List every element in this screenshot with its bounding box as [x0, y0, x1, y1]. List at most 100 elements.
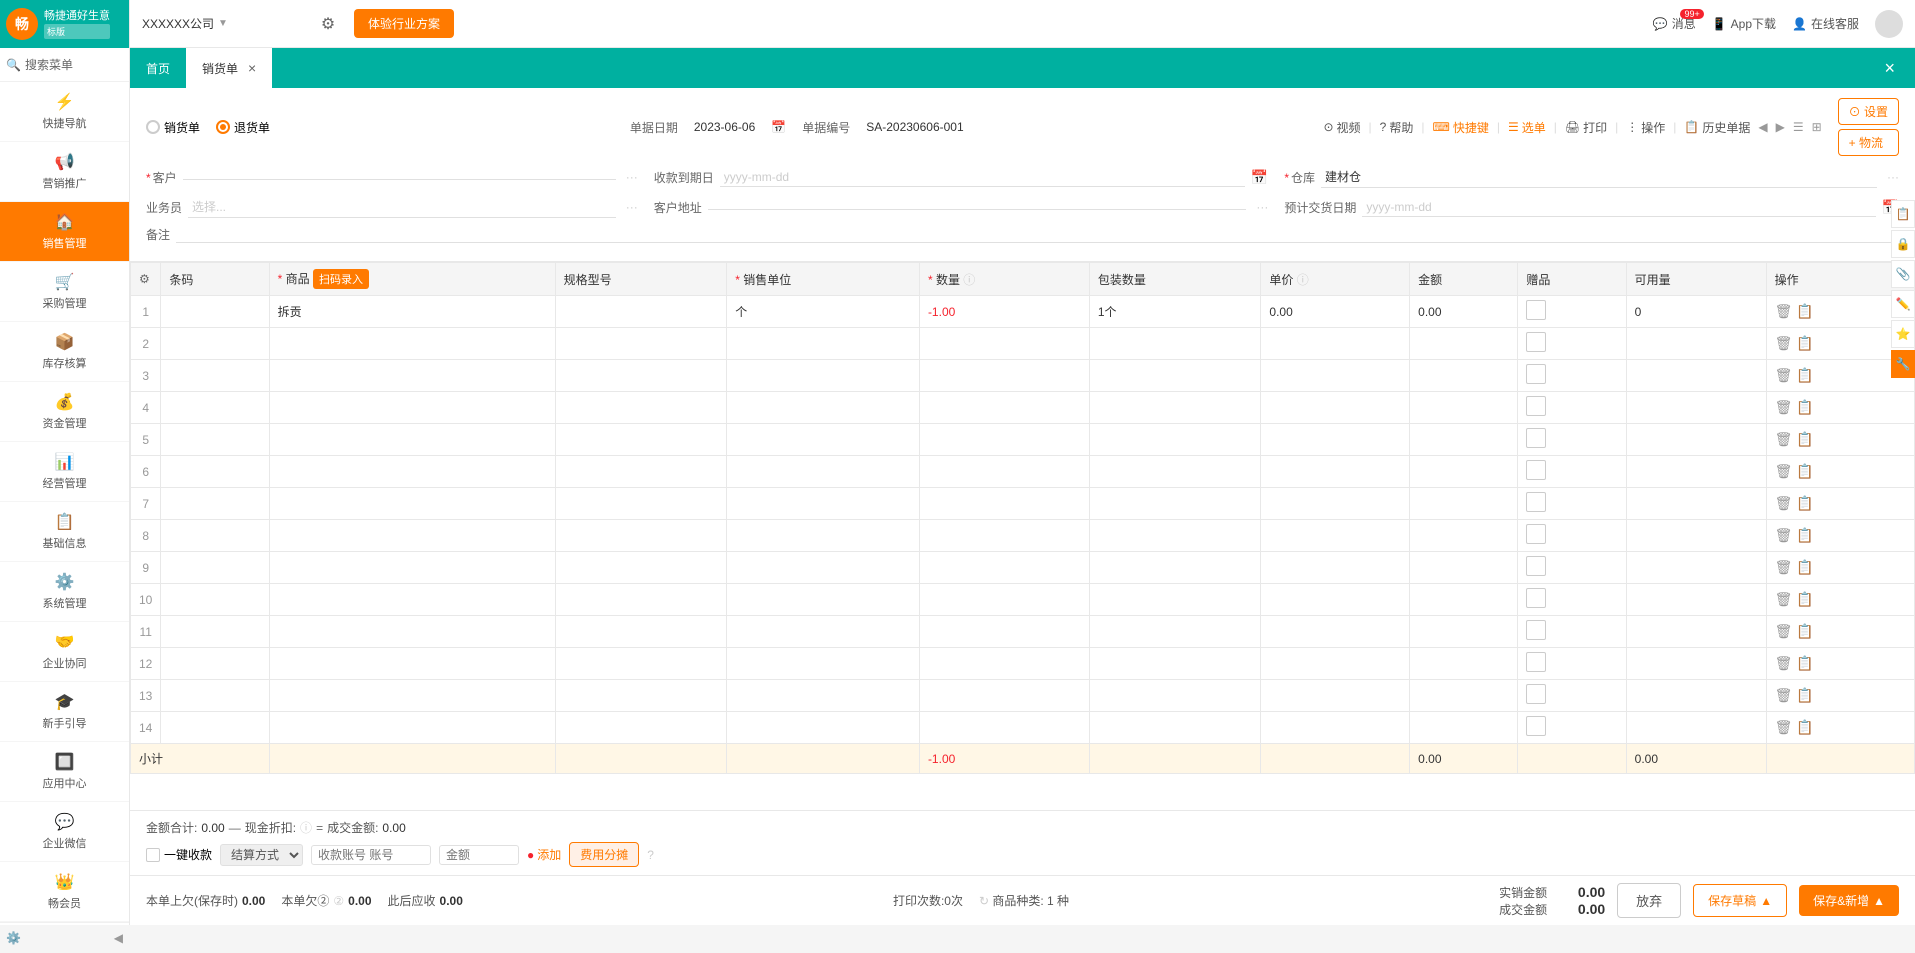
online-service-button[interactable]: 👤 在线客服	[1792, 15, 1859, 32]
grid-view-icon[interactable]: ⊞	[1812, 120, 1822, 134]
sidebar-item-purchase[interactable]: 🛒 采购管理	[0, 262, 129, 322]
cell-amount[interactable]	[1410, 584, 1518, 616]
save-new-button[interactable]: 保存&新增 ▲	[1799, 885, 1899, 916]
logistics-button[interactable]: + 物流	[1838, 129, 1899, 156]
copy-icon[interactable]: 📋	[1796, 303, 1813, 320]
amount-input[interactable]	[439, 845, 519, 865]
customer-addr-input[interactable]	[708, 205, 1247, 210]
message-button[interactable]: 💬 消息 99+	[1653, 15, 1696, 32]
float-btn-5[interactable]: ⭐	[1891, 320, 1915, 348]
cell-unit[interactable]	[727, 328, 920, 360]
tab-sales-order[interactable]: 销货单 ×	[186, 48, 272, 88]
customer-input[interactable]	[183, 175, 616, 180]
gift-checkbox[interactable]	[1526, 716, 1546, 736]
cell-unit[interactable]	[727, 424, 920, 456]
abandon-button[interactable]: 放弃	[1617, 883, 1681, 918]
sidebar-item-operations[interactable]: 📊 经营管理	[0, 442, 129, 502]
delete-icon[interactable]: 🗑	[1775, 527, 1793, 544]
delete-icon[interactable]: 🗑	[1775, 335, 1793, 352]
cell-unit[interactable]	[727, 488, 920, 520]
copy-icon[interactable]: 📋	[1796, 495, 1813, 512]
cell-product[interactable]	[269, 424, 555, 456]
cell-price[interactable]	[1261, 584, 1410, 616]
cell-pkg-qty[interactable]	[1089, 360, 1261, 392]
sidebar-item-finance[interactable]: 💰 资金管理	[0, 382, 129, 442]
cell-pkg-qty[interactable]	[1089, 616, 1261, 648]
cell-gift[interactable]	[1518, 712, 1626, 744]
calendar-icon[interactable]: 📅	[771, 120, 786, 134]
copy-icon[interactable]: 📋	[1796, 527, 1813, 544]
cell-qty[interactable]	[919, 360, 1089, 392]
list-view-icon[interactable]: ☰	[1793, 120, 1804, 134]
sidebar-item-appstore[interactable]: 🔲 应用中心	[0, 742, 129, 802]
cell-product[interactable]	[269, 456, 555, 488]
copy-icon[interactable]: 📋	[1796, 687, 1813, 704]
cell-gift[interactable]	[1518, 360, 1626, 392]
float-btn-3[interactable]: 📎	[1891, 260, 1915, 288]
refresh-icon[interactable]: ↻	[979, 894, 989, 908]
cell-amount[interactable]: 0.00	[1410, 296, 1518, 328]
cell-amount[interactable]	[1410, 456, 1518, 488]
cell-spec[interactable]	[555, 296, 727, 328]
cell-spec[interactable]	[555, 456, 727, 488]
gift-checkbox[interactable]	[1526, 492, 1546, 512]
sidebar-item-cooperation[interactable]: 🤝 企业协同	[0, 622, 129, 682]
gift-checkbox[interactable]	[1526, 524, 1546, 544]
app-download-button[interactable]: 📱 App下载	[1712, 15, 1776, 32]
cell-spec[interactable]	[555, 360, 727, 392]
nav-next-icon[interactable]: ▶	[1776, 120, 1785, 134]
cell-unit[interactable]	[727, 648, 920, 680]
cell-pkg-qty[interactable]	[1089, 424, 1261, 456]
cell-pkg-qty[interactable]	[1089, 584, 1261, 616]
cell-qty[interactable]: -1.00	[919, 296, 1089, 328]
cell-unit[interactable]	[727, 680, 920, 712]
cell-spec[interactable]	[555, 424, 727, 456]
tool-print[interactable]: 🖨 打印	[1565, 119, 1607, 136]
cell-unit[interactable]: 个	[727, 296, 920, 328]
cell-barcode[interactable]	[161, 712, 269, 744]
delete-icon[interactable]: 🗑	[1775, 303, 1793, 320]
delete-icon[interactable]: 🗑	[1775, 367, 1793, 384]
salesperson-dots[interactable]: ···	[626, 200, 638, 214]
cell-barcode[interactable]	[161, 520, 269, 552]
sidebar-item-system[interactable]: ⚙️ 系统管理	[0, 562, 129, 622]
copy-icon[interactable]: 📋	[1796, 463, 1813, 480]
float-btn-6[interactable]: 🔧	[1891, 350, 1915, 378]
cell-pkg-qty[interactable]	[1089, 552, 1261, 584]
cell-product[interactable]	[269, 584, 555, 616]
calc-method-select[interactable]: 结算方式	[220, 844, 303, 866]
cell-barcode[interactable]	[161, 680, 269, 712]
cell-barcode[interactable]	[161, 488, 269, 520]
cell-qty[interactable]	[919, 680, 1089, 712]
cell-barcode[interactable]	[161, 424, 269, 456]
cell-qty[interactable]	[919, 328, 1089, 360]
sidebar-item-quick-nav[interactable]: ⚡ 快捷导航	[0, 82, 129, 142]
cell-price[interactable]	[1261, 328, 1410, 360]
cell-price[interactable]	[1261, 488, 1410, 520]
customer-addr-dots[interactable]: ···	[1256, 200, 1268, 214]
copy-icon[interactable]: 📋	[1796, 399, 1813, 416]
cell-price[interactable]: 0.00	[1261, 296, 1410, 328]
setting-button[interactable]: ⊙ 设置	[1838, 98, 1899, 125]
warehouse-dots[interactable]: ···	[1887, 170, 1899, 184]
cell-gift[interactable]	[1518, 424, 1626, 456]
cell-product[interactable]: 拆贡	[269, 296, 555, 328]
cell-barcode[interactable]	[161, 360, 269, 392]
cell-price[interactable]	[1261, 392, 1410, 424]
copy-icon[interactable]: 📋	[1796, 719, 1813, 736]
delete-icon[interactable]: 🗑	[1775, 463, 1793, 480]
payment-due-input[interactable]: yyyy-mm-dd	[720, 168, 1245, 187]
gift-checkbox[interactable]	[1526, 396, 1546, 416]
gift-checkbox[interactable]	[1526, 364, 1546, 384]
gift-checkbox[interactable]	[1526, 300, 1546, 320]
nav-prev-icon[interactable]: ◀	[1758, 120, 1767, 134]
cell-amount[interactable]	[1410, 520, 1518, 552]
cell-gift[interactable]	[1518, 520, 1626, 552]
cell-pkg-qty[interactable]	[1089, 456, 1261, 488]
delete-icon[interactable]: 🗑	[1775, 719, 1793, 736]
sidebar-item-wechat[interactable]: 💬 企业微信	[0, 802, 129, 862]
cell-qty[interactable]	[919, 552, 1089, 584]
cell-price[interactable]	[1261, 680, 1410, 712]
cell-unit[interactable]	[727, 392, 920, 424]
cell-qty[interactable]	[919, 616, 1089, 648]
